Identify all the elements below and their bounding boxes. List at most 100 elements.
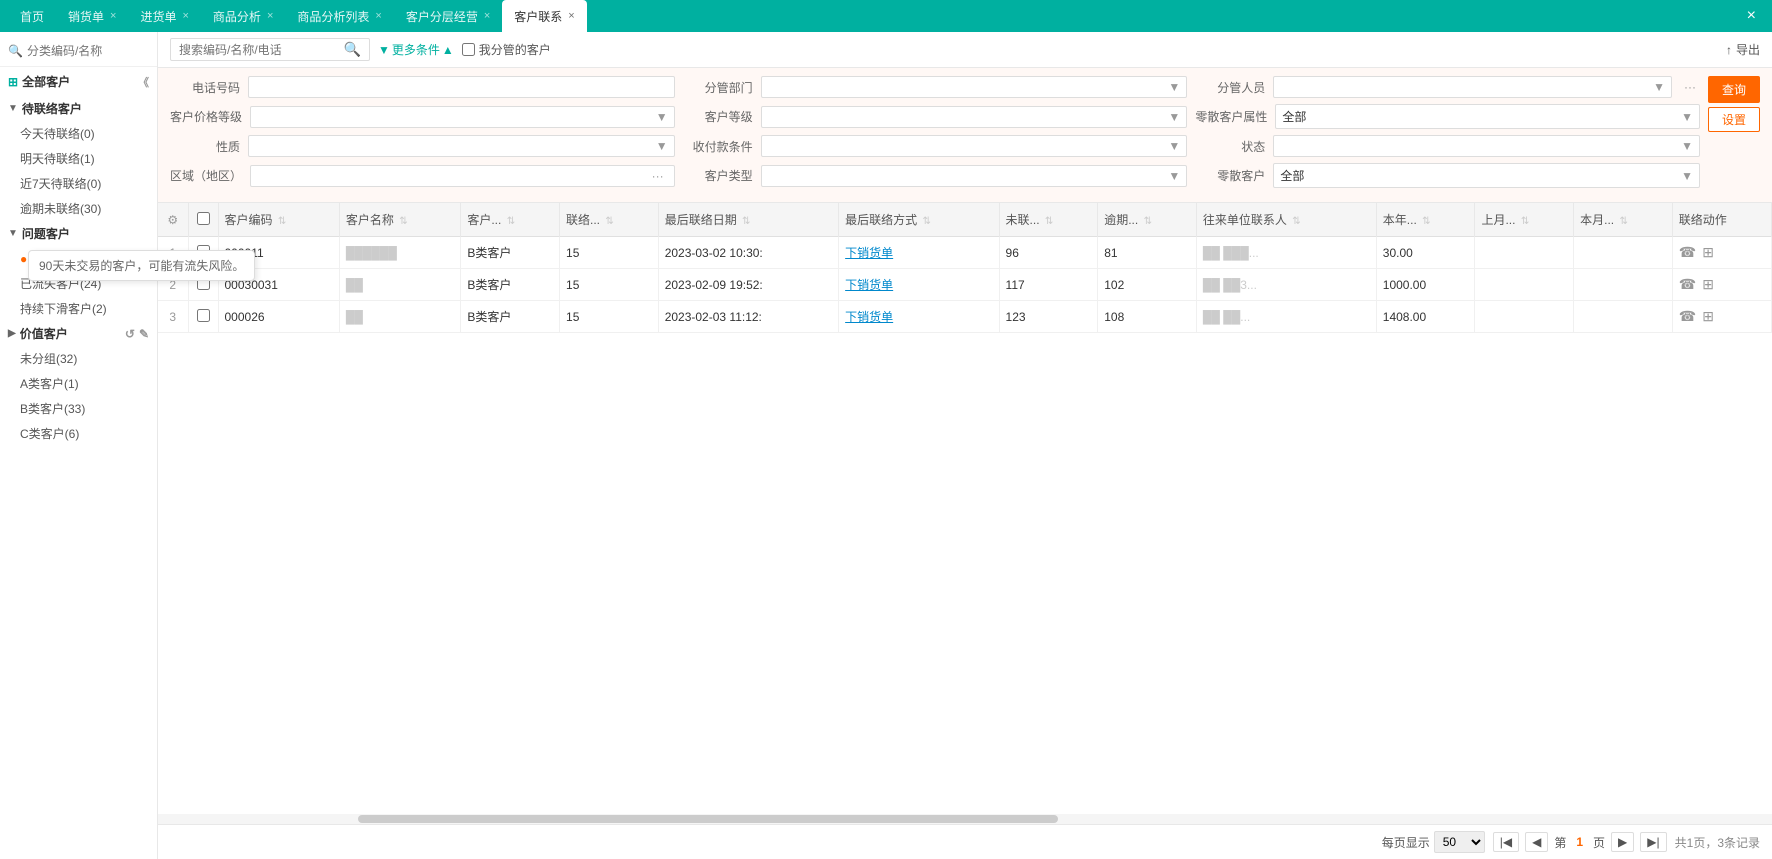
settings-button[interactable]: 设置 bbox=[1708, 107, 1760, 132]
filter-select-status[interactable]: ▼ bbox=[1273, 135, 1700, 157]
table-settings-icon[interactable]: ⚙ bbox=[158, 203, 188, 237]
sidebar-item-declining[interactable]: 持续下滑客户(2) bbox=[0, 296, 157, 321]
scrollbar-thumb[interactable] bbox=[358, 815, 1058, 823]
row-no-contact-0: 96 bbox=[999, 237, 1098, 269]
filter-label-person: 分管人员 bbox=[1195, 79, 1265, 96]
row-checkbox-2[interactable] bbox=[188, 301, 218, 333]
arrow-down-icon: ▼ bbox=[8, 103, 18, 114]
prev-page-button[interactable]: ◀ bbox=[1525, 832, 1548, 852]
close-tab-customer-segment[interactable]: × bbox=[484, 10, 490, 22]
close-tab-product-list[interactable]: × bbox=[375, 10, 381, 22]
export-button[interactable]: ↑ 导出 bbox=[1726, 41, 1760, 58]
sidebar-group-problem[interactable]: ▼ 问题客户 bbox=[0, 221, 157, 246]
sort-icon-this-year[interactable]: ⇅ bbox=[1422, 216, 1430, 227]
tab-customer-contact[interactable]: 客户联系 × bbox=[502, 0, 586, 32]
action-phone-icon-1[interactable]: ☎ bbox=[1679, 276, 1696, 293]
search-button[interactable]: 🔍 bbox=[344, 41, 361, 58]
row-level-1: B类客户 bbox=[461, 269, 560, 301]
filter-select-region[interactable]: ··· bbox=[250, 165, 675, 187]
sort-icon-overdue[interactable]: ⇅ bbox=[1144, 216, 1152, 227]
row-this-month-2 bbox=[1574, 301, 1673, 333]
sidebar-item-7days[interactable]: 近7天待联络(0) bbox=[0, 171, 157, 196]
filter-select-person[interactable]: ▼ bbox=[1273, 76, 1672, 98]
row-last-way-0[interactable]: 下销货单 bbox=[839, 237, 999, 269]
filter-field-cust-type: 客户类型 ▼ bbox=[683, 165, 1188, 187]
tab-customer-segment[interactable]: 客户分层经营 × bbox=[394, 0, 502, 32]
filter-select-payment[interactable]: ▼ bbox=[761, 135, 1188, 157]
sort-icon-level[interactable]: ⇅ bbox=[507, 216, 515, 227]
sidebar-item-ungroup[interactable]: 未分组(32) bbox=[0, 346, 157, 371]
row-this-month-1 bbox=[1574, 269, 1673, 301]
sort-icon-name[interactable]: ⇅ bbox=[399, 216, 407, 227]
my-customers-checkbox[interactable] bbox=[462, 43, 475, 56]
tab-product-analysis[interactable]: 商品分析 × bbox=[201, 0, 285, 32]
action-more-icon-2[interactable]: ⊞ bbox=[1702, 308, 1714, 325]
filter-icon: ▼ bbox=[378, 43, 390, 57]
sort-icon-last-date[interactable]: ⇅ bbox=[742, 216, 750, 227]
sidebar-item-today[interactable]: 今天待联络(0) bbox=[0, 121, 157, 146]
first-page-button[interactable]: |◀ bbox=[1493, 832, 1519, 852]
filter-field-payment: 收付款条件 ▼ bbox=[683, 135, 1188, 157]
col-header-this-year: 本年... ⇅ bbox=[1376, 203, 1475, 237]
sort-icon-last-way[interactable]: ⇅ bbox=[923, 216, 931, 227]
action-phone-icon-2[interactable]: ☎ bbox=[1679, 308, 1696, 325]
edit-icon[interactable]: ✎ bbox=[139, 327, 149, 341]
filter-select-scatter-attr[interactable]: 全部 ▼ bbox=[1275, 104, 1700, 129]
table-scrollbar[interactable] bbox=[158, 814, 1772, 824]
close-window-icon[interactable]: × bbox=[1739, 7, 1764, 25]
sort-icon-contact[interactable]: ⇅ bbox=[605, 216, 613, 227]
close-tab-product-analysis[interactable]: × bbox=[267, 10, 273, 22]
more-conditions-button[interactable]: ▼ 更多条件 ▲ bbox=[378, 41, 454, 58]
sidebar-item-overdue[interactable]: 逾期未联络(30) bbox=[0, 196, 157, 221]
sidebar-group-value[interactable]: ▶ 价值客户 ↺ ✎ bbox=[0, 321, 157, 346]
sort-icon-last-month[interactable]: ⇅ bbox=[1521, 216, 1529, 227]
row-code-2: 000026 bbox=[218, 301, 339, 333]
sidebar-item-class-a[interactable]: A类客户(1) bbox=[0, 371, 157, 396]
filter-select-cust-level[interactable]: ▼ bbox=[761, 106, 1188, 128]
filter-label-phone: 电话号码 bbox=[170, 79, 240, 96]
tab-sales-order[interactable]: 销货单 × bbox=[56, 0, 128, 32]
tab-product-list[interactable]: 商品分析列表 × bbox=[285, 0, 393, 32]
close-tab-sales-order[interactable]: × bbox=[110, 10, 116, 22]
row-check-2[interactable] bbox=[197, 309, 210, 322]
tab-purchase-order[interactable]: 进货单 × bbox=[128, 0, 200, 32]
query-button[interactable]: 查询 bbox=[1708, 76, 1760, 103]
action-more-icon-1[interactable]: ⊞ bbox=[1702, 276, 1714, 293]
chevron-down-icon-2: ▼ bbox=[1653, 80, 1665, 94]
per-page-dropdown[interactable]: 50 100 200 bbox=[1434, 831, 1485, 853]
filter-select-cust-type[interactable]: ▼ bbox=[761, 165, 1188, 187]
sidebar-search-input[interactable] bbox=[27, 44, 149, 58]
filter-select-dept[interactable]: ▼ bbox=[761, 76, 1188, 98]
close-tab-purchase-order[interactable]: × bbox=[182, 10, 188, 22]
my-customers-checkbox-wrap[interactable]: 我分管的客户 bbox=[462, 41, 551, 58]
sidebar-item-class-c[interactable]: C类客户(6) bbox=[0, 421, 157, 446]
action-phone-icon-0[interactable]: ☎ bbox=[1679, 244, 1696, 261]
sort-icon-no-contact[interactable]: ⇅ bbox=[1045, 216, 1053, 227]
refresh-icon[interactable]: ↺ bbox=[125, 327, 135, 341]
action-more-icon-0[interactable]: ⊞ bbox=[1702, 244, 1714, 261]
filter-select-nature[interactable]: ▼ bbox=[248, 135, 675, 157]
sort-icon-code[interactable]: ⇅ bbox=[278, 216, 286, 227]
close-tab-customer-contact[interactable]: × bbox=[568, 10, 574, 22]
filter-dots-region[interactable]: ··· bbox=[648, 169, 668, 183]
row-last-way-2[interactable]: 下销货单 bbox=[839, 301, 999, 333]
sort-icon-unit-contact[interactable]: ⇅ bbox=[1292, 216, 1300, 227]
last-page-button[interactable]: ▶| bbox=[1640, 832, 1666, 852]
sidebar-group-pending[interactable]: ▼ 待联络客户 bbox=[0, 96, 157, 121]
filter-select-scatter[interactable]: 全部 ▼ bbox=[1273, 163, 1700, 188]
filter-dots-1[interactable]: ··· bbox=[1680, 80, 1700, 94]
filter-label-cust-level: 客户等级 bbox=[683, 108, 753, 125]
sidebar-all-customers[interactable]: ⊞ 全部客户 《 bbox=[0, 67, 157, 96]
sidebar-item-tomorrow[interactable]: 明天待联络(1) bbox=[0, 146, 157, 171]
filter-input-phone[interactable] bbox=[248, 76, 675, 98]
filter-select-price-level[interactable]: ▼ bbox=[250, 106, 675, 128]
sort-icon-this-month[interactable]: ⇅ bbox=[1619, 216, 1627, 227]
table-header-checkbox[interactable] bbox=[188, 203, 218, 237]
search-input[interactable] bbox=[179, 43, 344, 57]
tab-home[interactable]: 首页 bbox=[8, 0, 56, 32]
next-page-button[interactable]: ▶ bbox=[1611, 832, 1634, 852]
sidebar-item-class-b[interactable]: B类客户(33) bbox=[0, 396, 157, 421]
select-all-checkbox[interactable] bbox=[197, 212, 210, 225]
chevron-down-icon-9: ▼ bbox=[1168, 169, 1180, 183]
row-last-way-1[interactable]: 下销货单 bbox=[839, 269, 999, 301]
